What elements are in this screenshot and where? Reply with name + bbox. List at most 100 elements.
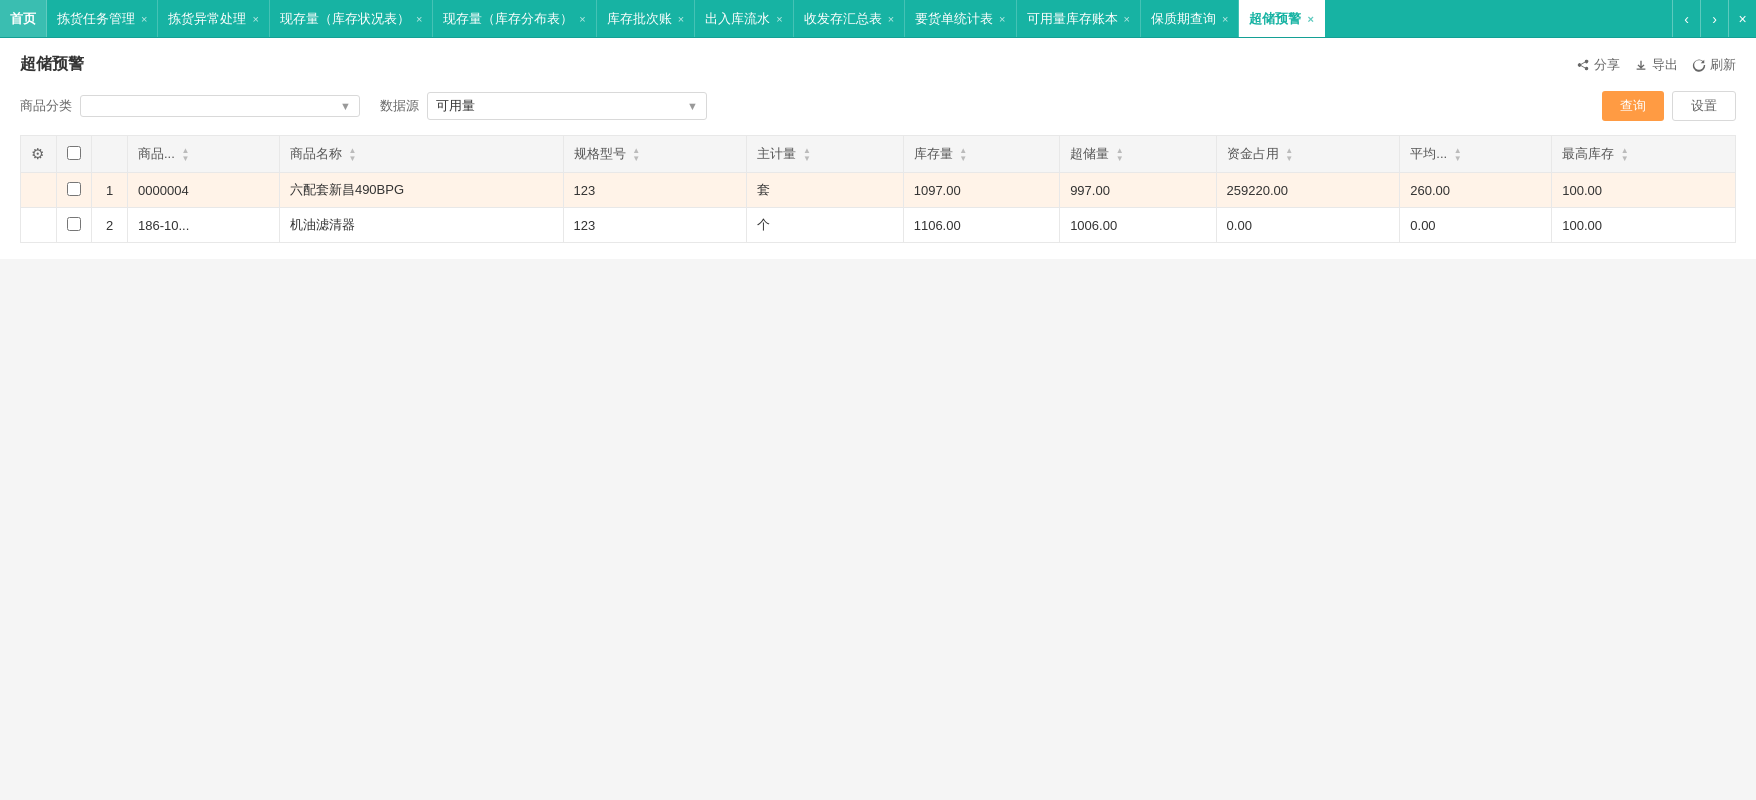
export-button[interactable]: 导出: [1634, 56, 1678, 74]
td-num: 2: [92, 208, 128, 243]
chevron-down-icon: ▼: [687, 100, 698, 112]
sort-icon: ▲▼: [1116, 147, 1124, 163]
td-spec: 123: [563, 208, 747, 243]
nav-tab-1[interactable]: 拣货任务管理 ×: [47, 0, 158, 38]
close-icon[interactable]: ×: [1222, 13, 1228, 25]
datasource-select[interactable]: 可用量 ▼: [427, 92, 707, 120]
td-capital: 0.00: [1216, 208, 1400, 243]
td-unit: 套: [747, 173, 903, 208]
th-overstock[interactable]: 超储量 ▲▼: [1060, 136, 1216, 173]
share-icon: [1576, 58, 1590, 72]
table-row: 1 0000004 六配套新昌490BPG 123 套 1097.00 997.…: [21, 173, 1736, 208]
td-settings: [21, 173, 57, 208]
close-icon[interactable]: ×: [678, 13, 684, 25]
sort-icon: ▲▼: [1454, 147, 1462, 163]
td-num: 1: [92, 173, 128, 208]
td-checkbox[interactable]: [57, 208, 92, 243]
sort-icon: ▲▼: [181, 147, 189, 163]
export-icon: [1634, 58, 1648, 72]
header-actions: 分享 导出 刷新: [1576, 56, 1736, 74]
category-select[interactable]: ▼: [80, 95, 360, 117]
th-avg[interactable]: 平均... ▲▼: [1400, 136, 1552, 173]
th-product-name[interactable]: 商品名称 ▲▼: [279, 136, 563, 173]
category-filter: 商品分类 ▼: [20, 95, 360, 117]
nav-next-button[interactable]: ›: [1700, 0, 1728, 38]
td-product-code: 0000004: [128, 173, 280, 208]
row-checkbox[interactable]: [67, 217, 81, 231]
td-stock: 1097.00: [903, 173, 1059, 208]
category-label: 商品分类: [20, 97, 72, 115]
filter-actions: 查询 设置: [1602, 91, 1736, 121]
row-checkbox[interactable]: [67, 182, 81, 196]
close-icon[interactable]: ×: [416, 13, 422, 25]
nav-tab-11-active[interactable]: 超储预警 ×: [1239, 0, 1324, 38]
datasource-filter: 数据源 可用量 ▼: [380, 92, 707, 120]
nav-tab-8[interactable]: 要货单统计表 ×: [905, 0, 1016, 38]
td-checkbox[interactable]: [57, 173, 92, 208]
th-stock[interactable]: 库存量 ▲▼: [903, 136, 1059, 173]
td-stock: 1106.00: [903, 208, 1059, 243]
nav-tab-6[interactable]: 出入库流水 ×: [695, 0, 793, 38]
nav-tab-2[interactable]: 拣货异常处理 ×: [158, 0, 269, 38]
nav-tab-3[interactable]: 现存量（库存状况表） ×: [270, 0, 433, 38]
table-row: 2 186-10... 机油滤清器 123 个 1106.00 1006.00 …: [21, 208, 1736, 243]
sort-icon: ▲▼: [1285, 147, 1293, 163]
th-checkbox: [57, 136, 92, 173]
close-icon[interactable]: ×: [999, 13, 1005, 25]
td-spec: 123: [563, 173, 747, 208]
table-body: 1 0000004 六配套新昌490BPG 123 套 1097.00 997.…: [21, 173, 1736, 243]
td-overstock: 1006.00: [1060, 208, 1216, 243]
page-title: 超储预警: [20, 54, 84, 75]
close-icon[interactable]: ×: [579, 13, 585, 25]
page-header: 超储预警 分享 导出 刷新: [20, 54, 1736, 75]
filter-row: 商品分类 ▼ 数据源 可用量 ▼ 查询 设置: [20, 91, 1736, 121]
close-icon[interactable]: ×: [1307, 13, 1313, 25]
sort-icon: ▲▼: [1621, 147, 1629, 163]
th-product-code[interactable]: 商品... ▲▼: [128, 136, 280, 173]
nav-tab-9[interactable]: 可用量库存账本 ×: [1017, 0, 1141, 38]
nav-tab-7[interactable]: 收发存汇总表 ×: [794, 0, 905, 38]
th-unit[interactable]: 主计量 ▲▼: [747, 136, 903, 173]
top-nav: 首页 拣货任务管理 × 拣货异常处理 × 现存量（库存状况表） × 现存量（库存…: [0, 0, 1756, 38]
select-all-checkbox[interactable]: [67, 146, 81, 160]
settings-button[interactable]: 设置: [1672, 91, 1736, 121]
td-overstock: 997.00: [1060, 173, 1216, 208]
data-table: ⚙ 商品... ▲▼ 商品名称 ▲▼ 规格型号 ▲▼: [20, 135, 1736, 243]
th-spec[interactable]: 规格型号 ▲▼: [563, 136, 747, 173]
close-icon[interactable]: ×: [252, 13, 258, 25]
nav-prev-button[interactable]: ‹: [1672, 0, 1700, 38]
sort-icon: ▲▼: [959, 147, 967, 163]
table-header-row: ⚙ 商品... ▲▼ 商品名称 ▲▼ 规格型号 ▲▼: [21, 136, 1736, 173]
close-icon[interactable]: ×: [888, 13, 894, 25]
refresh-icon: [1692, 58, 1706, 72]
td-product-name: 六配套新昌490BPG: [279, 173, 563, 208]
nav-tab-10[interactable]: 保质期查询 ×: [1141, 0, 1239, 38]
nav-more-button[interactable]: ×: [1728, 0, 1756, 38]
td-avg: 260.00: [1400, 173, 1552, 208]
gear-icon[interactable]: ⚙: [31, 145, 44, 162]
td-avg: 0.00: [1400, 208, 1552, 243]
close-icon[interactable]: ×: [1124, 13, 1130, 25]
refresh-button[interactable]: 刷新: [1692, 56, 1736, 74]
td-max-stock: 100.00: [1552, 173, 1736, 208]
th-capital[interactable]: 资金占用 ▲▼: [1216, 136, 1400, 173]
query-button[interactable]: 查询: [1602, 91, 1664, 121]
th-max-stock[interactable]: 最高库存 ▲▼: [1552, 136, 1736, 173]
sort-icon: ▲▼: [803, 147, 811, 163]
td-product-name: 机油滤清器: [279, 208, 563, 243]
nav-tab-5[interactable]: 库存批次账 ×: [597, 0, 695, 38]
page-content: 超储预警 分享 导出 刷新 商品: [0, 38, 1756, 259]
th-num: [92, 136, 128, 173]
sort-icon: ▲▼: [349, 147, 357, 163]
share-button[interactable]: 分享: [1576, 56, 1620, 74]
close-icon[interactable]: ×: [141, 13, 147, 25]
sort-icon: ▲▼: [632, 147, 640, 163]
td-capital: 259220.00: [1216, 173, 1400, 208]
datasource-select-value: 可用量: [436, 97, 475, 115]
nav-tab-4[interactable]: 现存量（库存分布表） ×: [433, 0, 596, 38]
close-icon[interactable]: ×: [776, 13, 782, 25]
td-settings: [21, 208, 57, 243]
nav-tab-home[interactable]: 首页: [0, 0, 47, 38]
datasource-label: 数据源: [380, 97, 419, 115]
chevron-down-icon: ▼: [340, 100, 351, 112]
